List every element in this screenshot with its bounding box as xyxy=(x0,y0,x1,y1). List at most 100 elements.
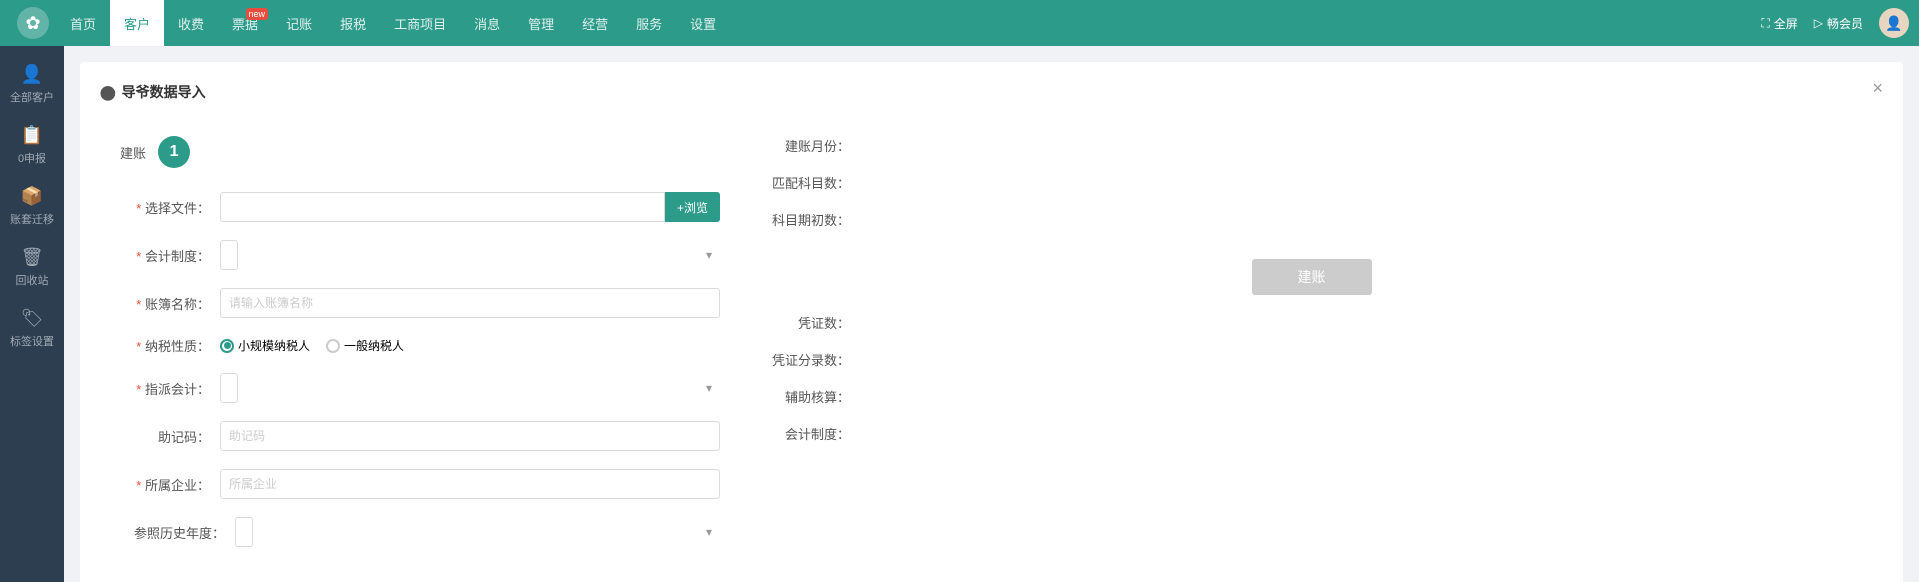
fullscreen-label: 全屏 xyxy=(1774,15,1798,32)
sidebar-item-账套迁移[interactable]: 📦 账套迁移 xyxy=(0,176,64,237)
nav-item-客户[interactable]: 客户 xyxy=(110,0,164,46)
historical-year-row: 参照历史年度： xyxy=(120,517,720,547)
form-wrapper: 建账 1 * 选择文件： +浏览 xyxy=(100,126,1883,575)
nav-item-记账[interactable]: 记账 xyxy=(272,0,326,46)
mnemonic-label: 助记码： xyxy=(120,427,210,446)
nav-item-工商项目[interactable]: 工商项目 xyxy=(380,0,460,46)
tax-type-radio-group: 小规模纳税人 一般纳税人 xyxy=(220,337,404,354)
nav-item-服务[interactable]: 服务 xyxy=(622,0,676,46)
avatar-icon: 👤 xyxy=(1885,15,1902,32)
mnemonic-input[interactable] xyxy=(220,421,720,451)
sidebar-label-回收站: 回收站 xyxy=(16,272,49,288)
subject-initial-label: 科目期初数： xyxy=(760,210,850,229)
sidebar-item-0申报[interactable]: 📋 0申报 xyxy=(0,115,64,176)
historical-year-label: 参照历史年度： xyxy=(120,523,225,542)
enterprise-input[interactable] xyxy=(220,469,720,499)
accounting-system-row: * 会计制度： xyxy=(120,240,720,270)
ledger-name-input[interactable] xyxy=(220,288,720,318)
build-month-label: 建账月份： xyxy=(760,136,850,155)
auxiliary-accounting-label: 辅助核算： xyxy=(760,387,850,406)
file-select-row: * 选择文件： +浏览 xyxy=(120,192,720,222)
required-star: * xyxy=(136,201,141,216)
sidebar-icon-标签设置: 🏷 xyxy=(21,308,44,329)
assign-accountant-row: * 指派会计： xyxy=(120,373,720,403)
app-logo: ✿ xyxy=(10,0,56,46)
enterprise-label: * 所属企业： xyxy=(120,475,210,494)
radio-general[interactable]: 一般纳税人 xyxy=(326,337,404,354)
sidebar-label-0申报: 0申报 xyxy=(18,150,46,166)
form-left: 建账 1 * 选择文件： +浏览 xyxy=(120,136,720,565)
tax-type-row: * 纳税性质： 小规模纳税人 一般纳税人 xyxy=(120,336,720,355)
nav-badge-票据: new xyxy=(246,8,269,20)
member-button[interactable]: ▷ 畅会员 xyxy=(1814,15,1863,32)
sidebar-label-全部客户: 全部客户 xyxy=(10,89,54,105)
import-icon: ⬤ xyxy=(100,84,116,101)
ledger-name-label: * 账簿名称： xyxy=(120,294,210,313)
voucher-entries-row: 凭证分录数： xyxy=(760,350,1863,369)
sidebar-icon-0申报: 📋 xyxy=(21,125,43,146)
nav-item-消息[interactable]: 消息 xyxy=(460,0,514,46)
ledger-name-row: * 账簿名称： xyxy=(120,288,720,318)
avatar[interactable]: 👤 xyxy=(1879,8,1909,38)
accounting-system-select-wrapper xyxy=(220,240,720,270)
sidebar-item-全部客户[interactable]: 👤 全部客户 xyxy=(0,54,64,115)
enterprise-row: * 所属企业： xyxy=(120,469,720,499)
sidebar-label-账套迁移: 账套迁移 xyxy=(10,211,54,227)
sidebar: 👤 全部客户 📋 0申报 📦 账套迁移 🗑 回收站 🏷 标签设置 xyxy=(0,46,64,582)
fullscreen-icon: ⛶ xyxy=(1761,16,1769,31)
step-circle: 1 xyxy=(158,136,190,168)
sidebar-icon-全部客户: 👤 xyxy=(21,64,43,85)
right-accounting-system-row: 会计制度： xyxy=(760,424,1863,443)
radio-small-scale-dot xyxy=(220,339,234,353)
import-card: ⬤ 导爷数据导入 × 建账 1 * 选择文件： xyxy=(80,62,1903,582)
main-content: ⬤ 导爷数据导入 × 建账 1 * 选择文件： xyxy=(64,46,1919,582)
file-browse-group: +浏览 xyxy=(220,192,720,222)
file-select-label: * 选择文件： xyxy=(120,198,210,217)
top-navigation: ✿ 首页客户收费票据new记账报税工商项目消息管理经营服务设置 ⛶ 全屏 ▷ 畅… xyxy=(0,0,1919,46)
accounting-system-label: * 会计制度： xyxy=(120,246,210,265)
card-title-text: 导爷数据导入 xyxy=(122,82,206,102)
step-label: 建账 xyxy=(120,143,146,162)
sidebar-icon-回收站: 🗑 xyxy=(21,247,44,268)
assign-accountant-label: * 指派会计： xyxy=(120,379,210,398)
nav-item-首页[interactable]: 首页 xyxy=(56,0,110,46)
sidebar-icon-账套迁移: 📦 xyxy=(21,186,43,207)
tax-type-label: * 纳税性质： xyxy=(120,336,210,355)
mnemonic-row: 助记码： xyxy=(120,421,720,451)
match-subjects-row: 匹配科目数： xyxy=(760,173,1863,192)
nav-item-收费[interactable]: 收费 xyxy=(164,0,218,46)
build-button[interactable]: 建账 xyxy=(1252,259,1372,295)
logo-icon: ✿ xyxy=(17,7,49,39)
voucher-count-label: 凭证数： xyxy=(760,313,850,332)
voucher-entries-label: 凭证分录数： xyxy=(760,350,850,369)
browse-button[interactable]: +浏览 xyxy=(665,192,720,222)
assign-accountant-select[interactable] xyxy=(220,373,238,403)
auxiliary-accounting-row: 辅助核算： xyxy=(760,387,1863,406)
sidebar-item-回收站[interactable]: 🗑 回收站 xyxy=(0,237,64,298)
voucher-count-row: 凭证数： xyxy=(760,313,1863,332)
historical-year-select[interactable] xyxy=(235,517,253,547)
play-icon: ▷ xyxy=(1814,16,1823,30)
sidebar-label-标签设置: 标签设置 xyxy=(10,333,54,349)
main-layout: 👤 全部客户 📋 0申报 📦 账套迁移 🗑 回收站 🏷 标签设置 ⬤ 导爷数据导入 × 建账 1 xyxy=(0,46,1919,582)
subject-initial-row: 科目期初数： xyxy=(760,210,1863,229)
close-button[interactable]: × xyxy=(1872,78,1883,99)
historical-year-select-wrapper xyxy=(235,517,720,547)
match-subjects-label: 匹配科目数： xyxy=(760,173,850,192)
file-input[interactable] xyxy=(220,192,665,222)
build-btn-wrapper: 建账 xyxy=(760,259,1863,295)
build-month-row: 建账月份： xyxy=(760,136,1863,155)
fullscreen-button[interactable]: ⛶ 全屏 xyxy=(1761,15,1797,32)
nav-item-经营[interactable]: 经营 xyxy=(568,0,622,46)
nav-item-管理[interactable]: 管理 xyxy=(514,0,568,46)
radio-small-scale[interactable]: 小规模纳税人 xyxy=(220,337,310,354)
nav-item-报税[interactable]: 报税 xyxy=(326,0,380,46)
sidebar-item-标签设置[interactable]: 🏷 标签设置 xyxy=(0,298,64,359)
nav-item-票据[interactable]: 票据new xyxy=(218,0,272,46)
assign-accountant-select-wrapper xyxy=(220,373,720,403)
accounting-system-select[interactable] xyxy=(220,240,238,270)
member-label: 畅会员 xyxy=(1827,15,1863,32)
card-title: ⬤ 导爷数据导入 xyxy=(100,82,1883,102)
nav-item-设置[interactable]: 设置 xyxy=(676,0,730,46)
step-header: 建账 1 xyxy=(120,136,720,168)
